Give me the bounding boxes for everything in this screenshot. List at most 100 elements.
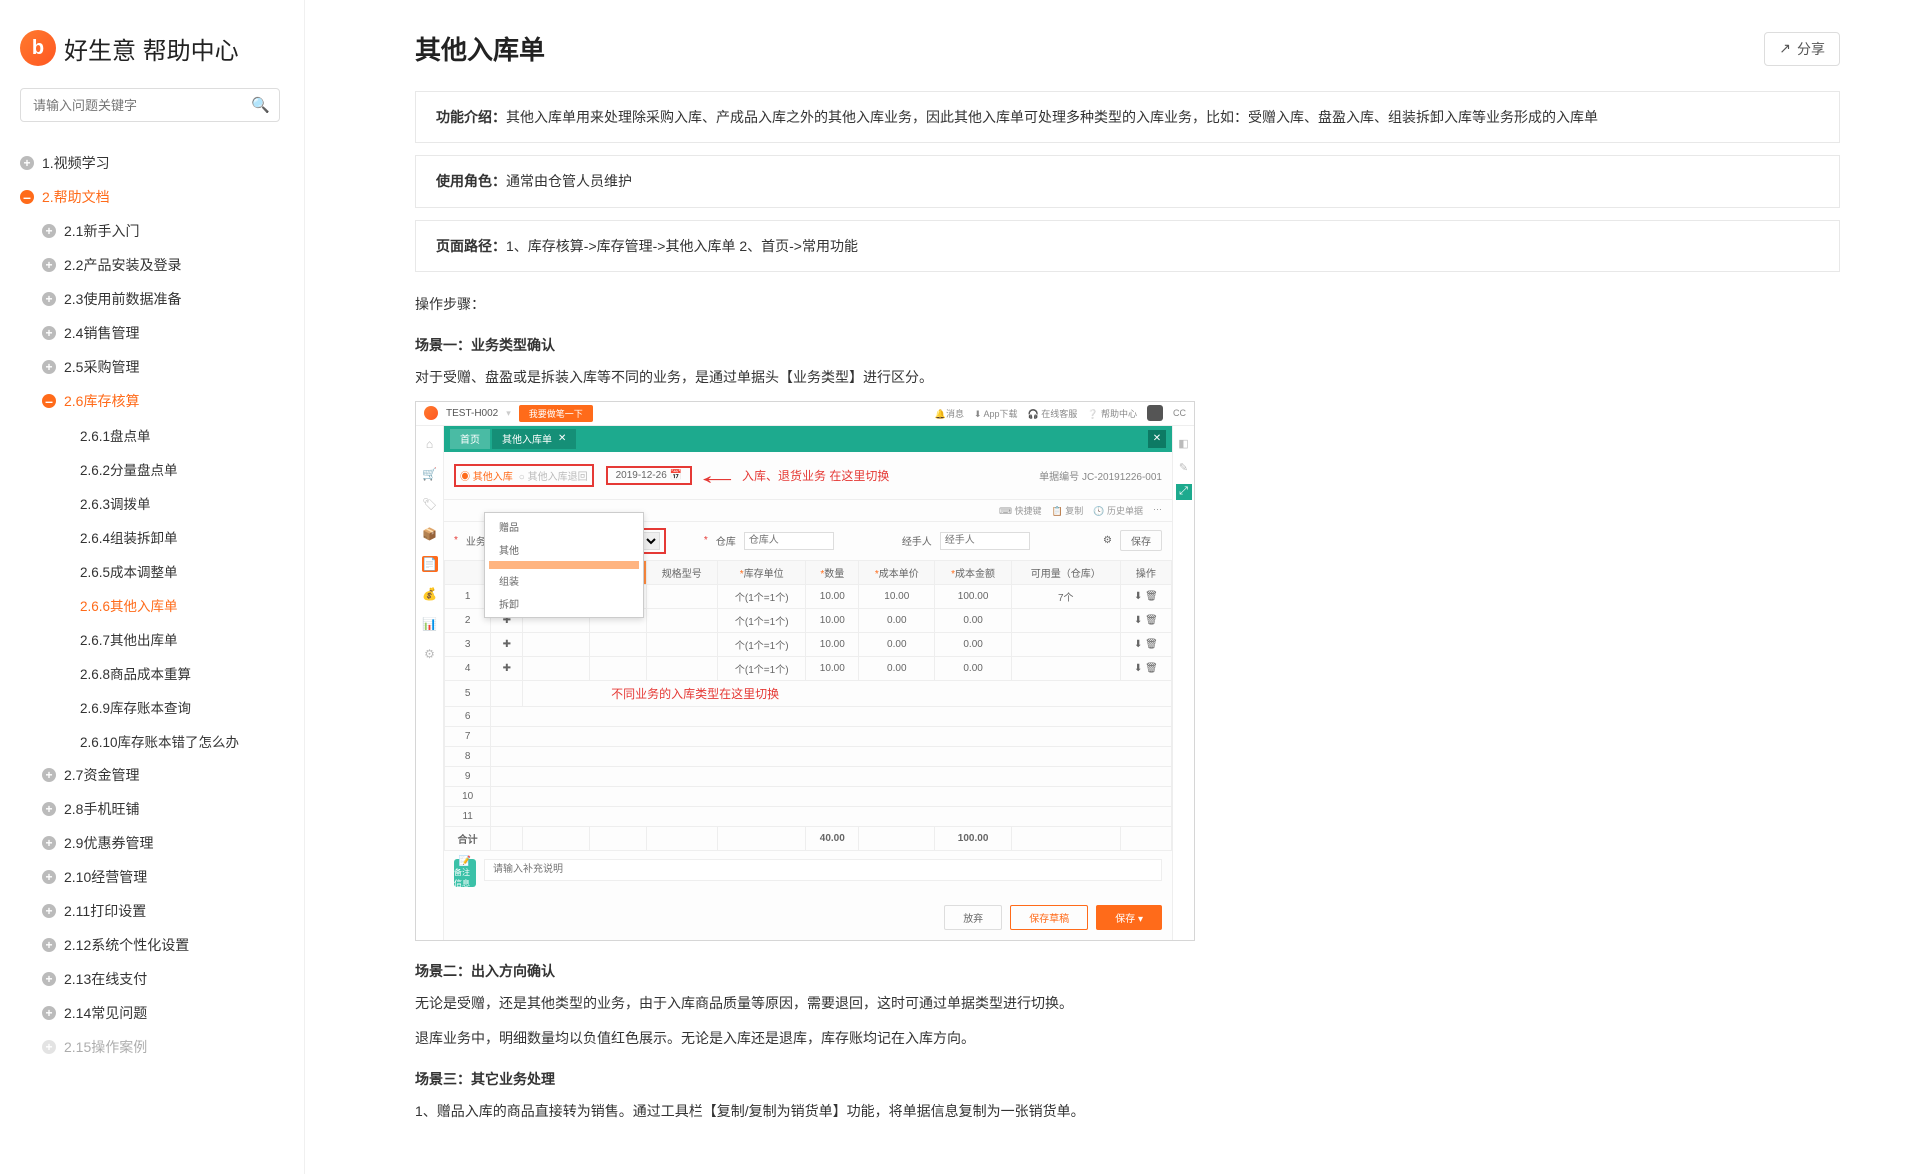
nav-2-5[interactable]: +2.5采购管理: [20, 350, 284, 384]
expand-icon: +: [42, 768, 56, 782]
expand-icon: +: [42, 938, 56, 952]
biz-type-dropdown: 赠品 其他 组装 拆卸: [484, 512, 644, 618]
draft-button: 保存草稿: [1010, 905, 1088, 930]
nav-2-6-8[interactable]: 2.6.8商品成本重算: [20, 656, 284, 690]
annotation-2: 不同业务的入库类型在这里切换: [611, 687, 779, 701]
nav-home-icon: ⌂: [422, 436, 438, 452]
save-button: 保存 ▾: [1096, 905, 1162, 930]
share-button[interactable]: ↗ 分享: [1764, 32, 1840, 66]
nav-2-6-5[interactable]: 2.6.5成本调整单: [20, 554, 284, 588]
nav-2-12[interactable]: +2.12系统个性化设置: [20, 928, 284, 962]
note-input: [484, 859, 1162, 881]
expand-icon: +: [20, 156, 34, 170]
scene2-desc1: 无论是受赠，还是其他类型的业务，由于入库商品质量等原因，需要退回，这时可通过单据…: [415, 991, 1840, 1016]
annotation-1: 入库、退货业务 在这里切换: [742, 467, 889, 484]
headset-icon: 🎧 在线客服: [1028, 407, 1078, 420]
tabs-close-icon: ✕: [1148, 430, 1166, 448]
tool-more-icon: ⋯: [1153, 504, 1162, 517]
expand-icon: +: [42, 360, 56, 374]
top-orange-button: 我要做笔一下: [519, 405, 593, 422]
rail-icon: ✎: [1176, 460, 1192, 476]
search-input[interactable]: [20, 88, 280, 122]
scene3-desc1: 1、赠品入库的商品直接转为销售。通过工具栏【复制/复制为销货单】功能，将单据信息…: [415, 1099, 1840, 1124]
nav-2-6-3[interactable]: 2.6.3调拨单: [20, 486, 284, 520]
nav-2-6-4[interactable]: 2.6.4组装拆卸单: [20, 520, 284, 554]
nav-2-9[interactable]: +2.9优惠券管理: [20, 826, 284, 860]
expand-icon: +: [42, 258, 56, 272]
nav-video-learning[interactable]: +1.视频学习: [20, 146, 284, 180]
nav-2-6-10[interactable]: 2.6.10库存账本错了怎么办: [20, 724, 284, 758]
logo-icon: b: [20, 30, 56, 66]
nav-chart-icon: 📊: [422, 616, 438, 632]
cancel-button: 放弃: [944, 905, 1002, 930]
sidebar: b 好生意 帮助中心 🔍 +1.视频学习 –2.帮助文档 +2.1新手入门 +2…: [0, 0, 305, 1174]
intro-box: 功能介绍：其他入库单用来处理除采购入库、产成品入库之外的其他入库业务，因此其他入…: [415, 91, 1840, 143]
scene2-desc2: 退库业务中，明细数量均以负值红色展示。无论是入库还是退库，库存账均记在入库方向。: [415, 1026, 1840, 1051]
nav-2-7[interactable]: +2.7资金管理: [20, 758, 284, 792]
nav-2-13[interactable]: +2.13在线支付: [20, 962, 284, 996]
nav-money-icon: 💰: [422, 586, 438, 602]
bell-icon: 🔔消息: [935, 407, 964, 420]
nav-gear-icon: ⚙: [422, 646, 438, 662]
red-arrow-icon: ←: [694, 460, 741, 491]
scene1-desc: 对于受赠、盘盈或是拆装入库等不同的业务，是通过单据头【业务类型】进行区分。: [415, 365, 1840, 390]
nav-2-3[interactable]: +2.3使用前数据准备: [20, 282, 284, 316]
nav-help-docs[interactable]: –2.帮助文档: [20, 180, 284, 214]
scene3-title: 场景三：其它业务处理: [415, 1069, 1840, 1089]
expand-icon: +: [42, 870, 56, 884]
operator-input: [940, 532, 1030, 550]
brand-text: 好生意 帮助中心: [64, 31, 239, 66]
expand-icon: +: [42, 1006, 56, 1020]
nav-box-icon: 📦: [422, 526, 438, 542]
nav-2-4[interactable]: +2.4销售管理: [20, 316, 284, 350]
screenshot-illustration: TEST-H002 ▾ 我要做笔一下 🔔消息 ⬇ App下载 🎧 在线客服 ❔ …: [415, 401, 1840, 941]
tool-copy: 📋 复制: [1052, 504, 1084, 517]
tool-shortcut: ⌨ 快捷键: [999, 504, 1042, 517]
search-icon[interactable]: 🔍: [251, 96, 270, 114]
nav-2-10[interactable]: +2.10经营管理: [20, 860, 284, 894]
tool-history: 🕓 历史单据: [1093, 504, 1143, 517]
help-icon: ❔ 帮助中心: [1087, 407, 1137, 420]
scene1-title: 场景一：业务类型确认: [415, 335, 1840, 355]
expand-icon: +: [42, 802, 56, 816]
collapse-icon: –: [20, 190, 34, 204]
type-switch-highlight: ◉ 其他入库 ○ 其他入库退回: [454, 464, 594, 487]
date-highlight: 2019-12-26 📅: [606, 466, 692, 485]
search-box: 🔍: [20, 88, 280, 122]
nav-doc-icon: 📄: [422, 556, 438, 572]
path-box: 页面路径：1、库存核算->库存管理->其他入库单 2、首页->常用功能: [415, 220, 1840, 272]
warehouse-input: [744, 532, 834, 550]
nav-2-6-1[interactable]: 2.6.1盘点单: [20, 418, 284, 452]
nav-2-6-7[interactable]: 2.6.7其他出库单: [20, 622, 284, 656]
nav-2-6-9[interactable]: 2.6.9库存账本查询: [20, 690, 284, 724]
download-icon: ⬇ App下载: [974, 407, 1018, 420]
main-content: 其他入库单 ↗ 分享 功能介绍：其他入库单用来处理除采购入库、产成品入库之外的其…: [305, 0, 1920, 1174]
collapse-icon: –: [42, 394, 56, 408]
expand-icon: +: [42, 836, 56, 850]
expand-icon: +: [42, 1040, 56, 1054]
expand-icon: +: [42, 904, 56, 918]
nav-2-15[interactable]: +2.15操作案例: [20, 1030, 284, 1064]
scene2-title: 场景二：出入方向确认: [415, 961, 1840, 981]
nav-2-6-2[interactable]: 2.6.2分量盘点单: [20, 452, 284, 486]
nav-2-11[interactable]: +2.11打印设置: [20, 894, 284, 928]
nav-2-6-6[interactable]: 2.6.6其他入库单: [20, 588, 284, 622]
rail-icon: ◧: [1176, 436, 1192, 452]
tab-current: 其他入库单 ✕: [492, 429, 576, 449]
expand-icon: +: [42, 326, 56, 340]
share-icon: ↗: [1779, 40, 1791, 57]
page-title: 其他入库单: [415, 30, 545, 67]
nav-2-14[interactable]: +2.14常见问题: [20, 996, 284, 1030]
expand-icon: +: [42, 292, 56, 306]
nav-2-8[interactable]: +2.8手机旺铺: [20, 792, 284, 826]
expand-icon: +: [42, 972, 56, 986]
expand-icon: +: [42, 224, 56, 238]
nav-cart-icon: 🛒: [422, 466, 438, 482]
nav-tag-icon: 🏷: [422, 496, 438, 512]
brand-row: b 好生意 帮助中心: [20, 30, 284, 66]
nav-2-1[interactable]: +2.1新手入门: [20, 214, 284, 248]
note-icon: 📝备注信息: [454, 859, 476, 887]
app-logo-icon: [424, 406, 438, 420]
nav-2-6[interactable]: –2.6库存核算: [20, 384, 284, 418]
nav-2-2[interactable]: +2.2产品安装及登录: [20, 248, 284, 282]
